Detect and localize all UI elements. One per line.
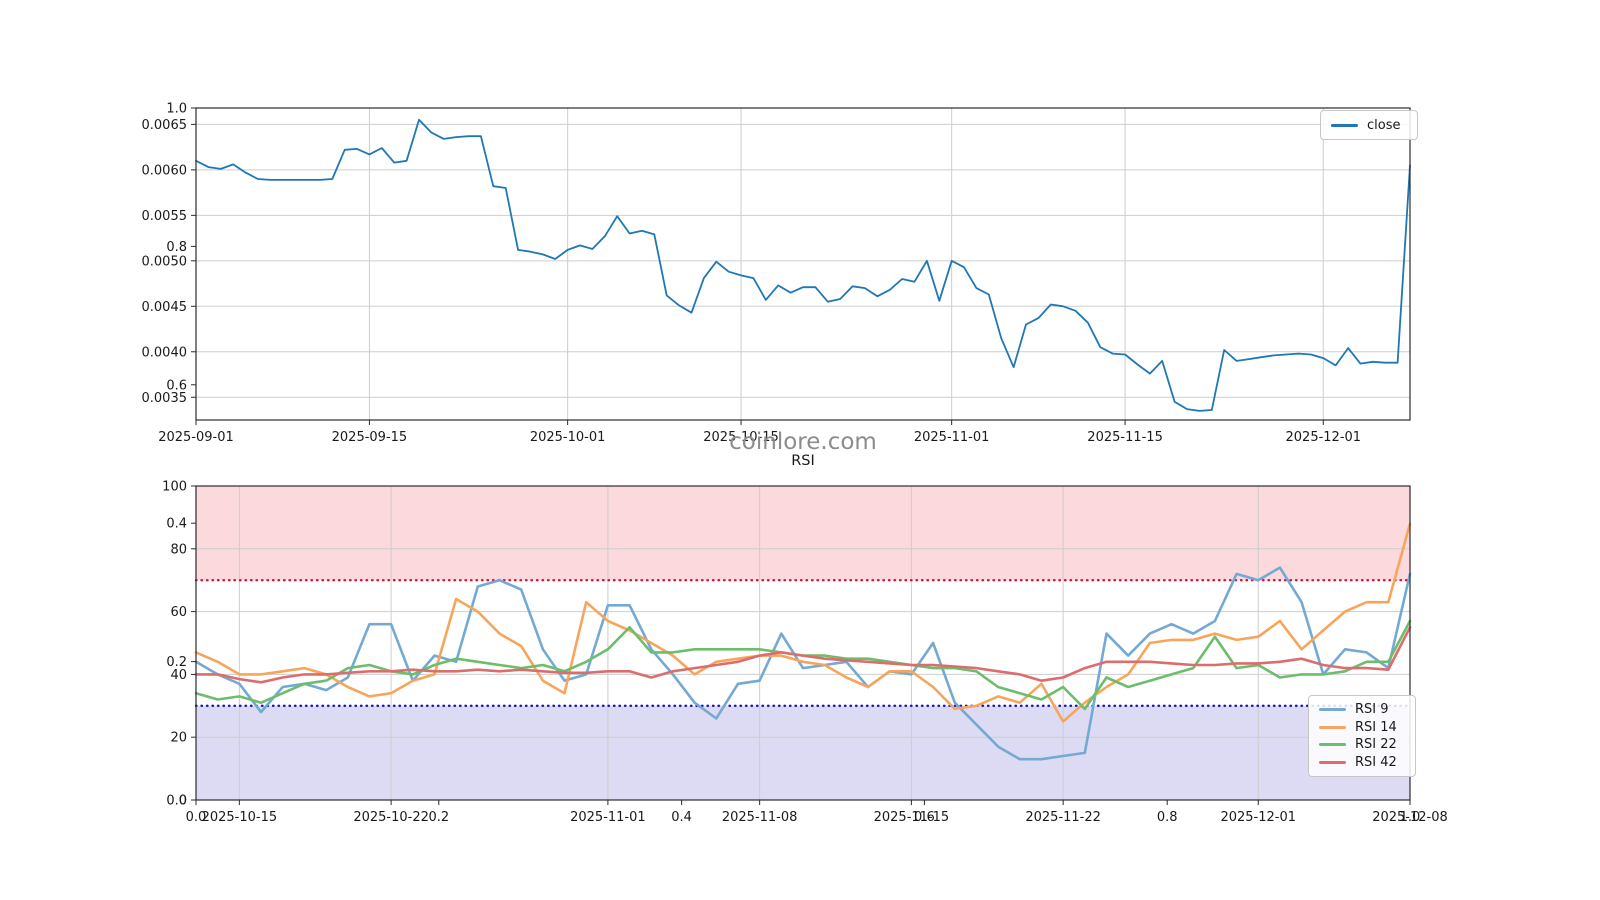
rsi-chart-title: RSI	[791, 453, 815, 469]
tick-label: 0.0060	[142, 163, 188, 178]
tick-label: 1.0	[1400, 810, 1421, 825]
legend-rsi: RSI 9 RSI 14 RSI 22 RSI 42	[1308, 695, 1416, 777]
tick-label: 20	[170, 731, 187, 746]
tick-label: 2025-09-01	[158, 430, 234, 445]
legend-line-swatch	[1319, 760, 1346, 764]
tick-label: 100	[162, 480, 187, 495]
chart-figure: 0.0065 0.0060 0.0055 0.0050 0.0045 0.0040 0.00…	[0, 0, 1600, 900]
tick-label: 0.8	[166, 240, 187, 255]
tick-label: 0.8	[1157, 810, 1178, 825]
legend-label: RSI 42	[1355, 754, 1397, 770]
legend-label: RSI 22	[1355, 737, 1397, 753]
tick-label: 0.0045	[142, 300, 188, 315]
legend-item: RSI 9	[1319, 701, 1405, 719]
tick-label: 2025-11-01	[914, 430, 990, 445]
tick-label: 2025-11-15	[1087, 430, 1163, 445]
legend-line-swatch	[1319, 743, 1346, 747]
tick-label: 0.2	[428, 810, 449, 825]
tick-label: 2025-12-01	[1220, 810, 1296, 825]
legend-line-swatch	[1331, 123, 1358, 127]
legend-label: close	[1367, 117, 1401, 133]
tick-label: 0.4	[166, 517, 187, 532]
overbought-band	[196, 486, 1410, 581]
tick-label: 80	[170, 542, 187, 557]
watermark: coinlore.com	[729, 429, 877, 455]
legend-label: RSI 9	[1355, 702, 1389, 718]
tick-label: 60	[170, 605, 187, 620]
tick-label: 2025-11-08	[722, 810, 798, 825]
tick-label: 2025-09-15	[332, 430, 408, 445]
tick-label: 2025-12-01	[1286, 430, 1362, 445]
legend-item: RSI 42	[1319, 754, 1405, 772]
tick-label: 1.0	[166, 102, 187, 117]
tick-label: 2025-10-01	[530, 430, 606, 445]
legend-close: close	[1320, 110, 1418, 140]
tick-label: 0.6	[166, 378, 187, 393]
legend-item: RSI 14	[1319, 719, 1405, 737]
legend-item: close	[1331, 116, 1407, 134]
tick-label: 0.0065	[142, 118, 188, 133]
legend-item: RSI 22	[1319, 736, 1405, 754]
tick-label: 0.0055	[142, 209, 188, 224]
tick-label: 2025-10-22	[353, 810, 429, 825]
plot-border	[195, 107, 1411, 421]
tick-label: 0.4	[671, 810, 692, 825]
tick-label: 0.0050	[142, 254, 188, 269]
legend-label: RSI 14	[1355, 719, 1397, 735]
tick-label: 0.0040	[142, 345, 188, 360]
tick-label: 0.2	[166, 655, 187, 670]
legend-line-swatch	[1319, 725, 1346, 729]
tick-label: 0.0	[166, 794, 187, 809]
tick-label: 2025-11-15	[874, 810, 950, 825]
tick-label: 0.6	[914, 810, 935, 825]
tick-label: 2025-11-01	[570, 810, 646, 825]
tick-label: 2025-10-15	[202, 810, 278, 825]
tick-label: 0.0	[186, 810, 207, 825]
tick-label: 2025-11-22	[1025, 810, 1101, 825]
series-close	[195, 118, 1411, 412]
oversold-band	[196, 705, 1410, 800]
legend-line-swatch	[1319, 708, 1346, 712]
tick-label: 40	[170, 668, 187, 683]
